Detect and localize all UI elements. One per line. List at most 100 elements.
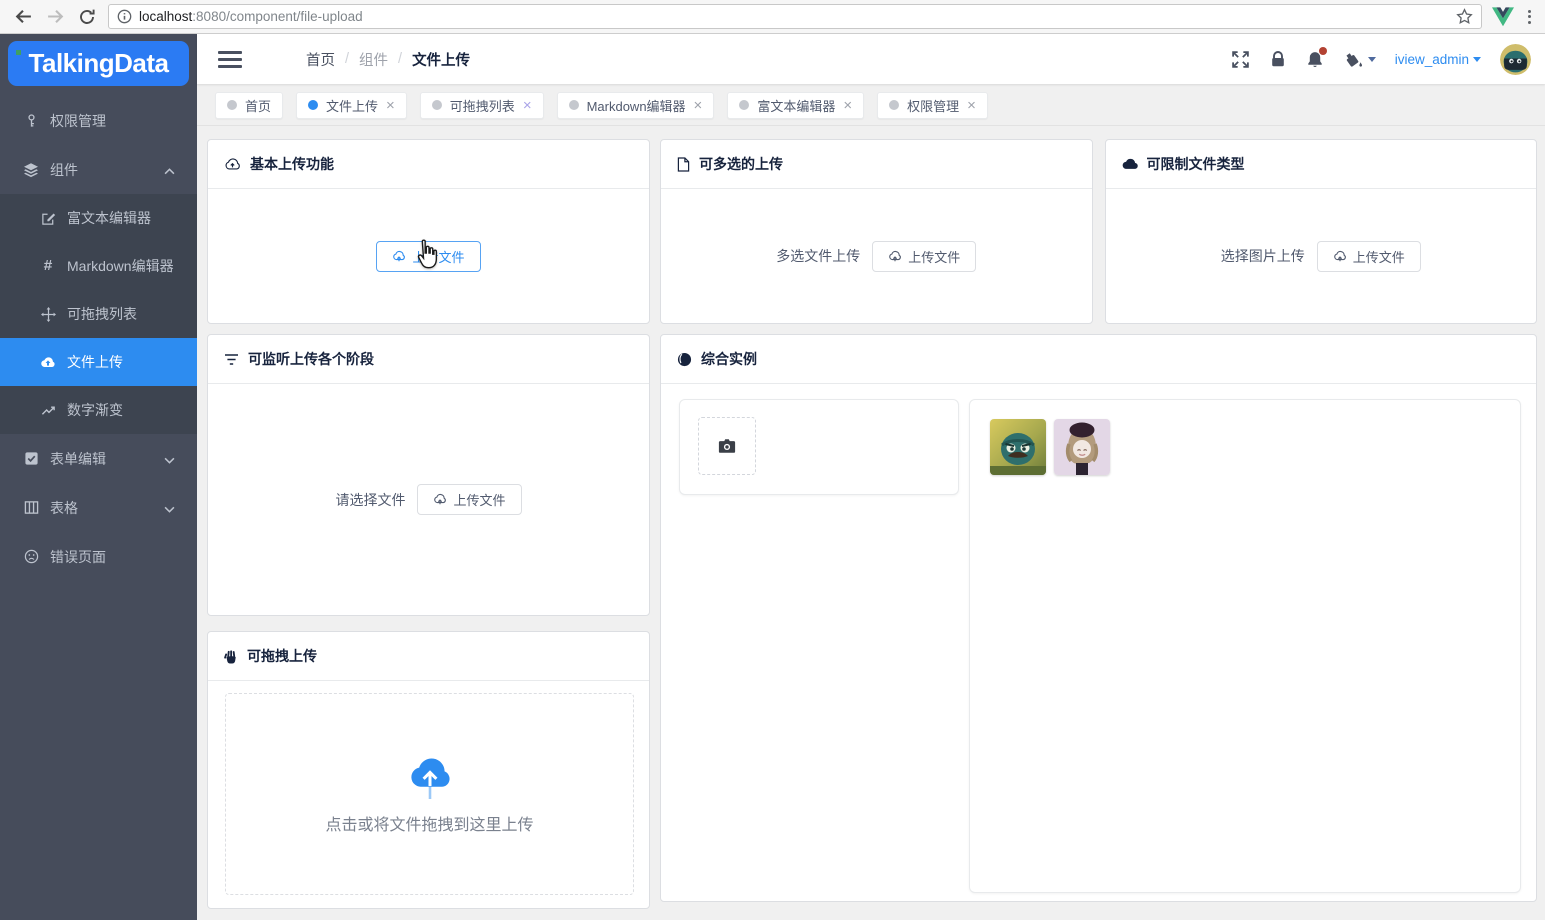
tab-draggable-list[interactable]: 可拖拽列表 × (419, 91, 544, 119)
url-text: localhost:8080/component/file-upload (139, 9, 363, 24)
sidebar-item-label: 可拖拽列表 (67, 306, 137, 322)
sidebar-item-rich-editor[interactable]: 富文本编辑器 (0, 194, 197, 242)
vue-devtools-icon[interactable] (1492, 6, 1514, 28)
cloud-filled-icon (1122, 158, 1138, 170)
drag-drop-area[interactable]: 点击或将文件拖拽到这里上传 (225, 693, 634, 895)
chevron-up-icon (164, 162, 175, 178)
card-title: 基本上传功能 (250, 156, 334, 172)
theme-paint-icon[interactable] (1343, 50, 1376, 69)
back-icon[interactable] (12, 6, 34, 28)
browser-menu-icon[interactable] (1524, 6, 1535, 28)
listen-label: 请选择文件 (335, 491, 406, 508)
fullscreen-icon[interactable] (1231, 50, 1250, 69)
upload-file-button[interactable]: 上传文件 (417, 484, 522, 515)
lock-icon[interactable] (1269, 50, 1287, 68)
uploaded-images-panel (969, 399, 1521, 893)
app-logo[interactable]: TalkingData (8, 41, 189, 86)
card-title: 可监听上传各个阶段 (248, 351, 374, 367)
forward-icon[interactable] (44, 6, 66, 28)
chevron-down-icon (164, 500, 175, 516)
tab-permission[interactable]: 权限管理 × (877, 91, 988, 119)
breadcrumb: 首页 / 组件 / 文件上传 (306, 49, 470, 70)
tab-label: 首页 (245, 98, 272, 114)
tab-dot (889, 100, 900, 110)
sidebar-item-number-gradient[interactable]: 数字渐变 (0, 386, 197, 434)
tab-label: Markdown编辑器 (586, 98, 686, 114)
close-icon[interactable]: × (967, 98, 976, 113)
tab-label: 富文本编辑器 (757, 98, 836, 114)
logo-text: TalkingData (28, 48, 169, 78)
sidebar-item-form-edit[interactable]: 表单编辑 (0, 434, 197, 483)
hand-icon (224, 649, 238, 664)
sidebar-item-markdown[interactable]: # Markdown编辑器 (0, 242, 197, 290)
sidebar-item-permission[interactable]: 权限管理 (0, 96, 197, 145)
logo-dot (16, 50, 21, 55)
sidebar-item-label: 错误页面 (50, 548, 106, 565)
sidebar-item-label: Markdown编辑器 (67, 258, 174, 274)
trending-up-icon (40, 403, 56, 418)
sidebar-item-label: 富文本编辑器 (67, 210, 151, 226)
document-icon (677, 156, 690, 172)
tab-dot (568, 100, 579, 110)
caret-down-icon (1367, 56, 1376, 62)
close-icon[interactable]: × (843, 98, 852, 113)
top-header: 首页 / 组件 / 文件上传 iview_admin (197, 34, 1545, 84)
tab-label: 权限管理 (907, 98, 960, 114)
card-title: 可拖拽上传 (247, 648, 317, 664)
tab-dot-active (308, 100, 319, 110)
sidebar-item-components[interactable]: 组件 (0, 145, 197, 194)
browser-toolbar: localhost:8080/component/file-upload (0, 0, 1545, 34)
notification-badge (1318, 46, 1327, 55)
sidebar-item-file-upload[interactable]: 文件上传 (0, 338, 197, 386)
collapse-menu-button[interactable] (218, 50, 242, 68)
chevron-down-icon (164, 451, 175, 467)
breadcrumb-section[interactable]: 组件 (359, 49, 388, 70)
tab-home[interactable]: 首页 (215, 91, 284, 119)
sidebar-item-draggable-list[interactable]: 可拖拽列表 (0, 290, 197, 338)
hash-icon: # (43, 257, 53, 275)
sad-face-icon (23, 549, 39, 564)
refresh-icon[interactable] (76, 6, 98, 28)
tab-label: 文件上传 (326, 98, 379, 114)
close-icon[interactable]: × (523, 98, 532, 113)
multi-label: 多选文件上传 (776, 248, 861, 264)
avatar[interactable] (1500, 43, 1531, 75)
cloud-upload-big-icon (410, 758, 450, 799)
url-path: :8080/component/file-upload (192, 9, 363, 24)
sidebar-item-table[interactable]: 表格 (0, 483, 197, 532)
globe-icon (677, 352, 692, 367)
add-image-button[interactable] (698, 417, 756, 475)
upload-file-button[interactable]: 上传文件 (872, 240, 977, 272)
username-text: iview_admin (1394, 51, 1469, 67)
sidebar: TalkingData 权限管理 组件 富文本编辑器 # Markdown编辑器… (0, 34, 197, 920)
components-submenu: 富文本编辑器 # Markdown编辑器 可拖拽列表 文件上传 数字渐变 (0, 194, 197, 434)
address-bar[interactable]: localhost:8080/component/file-upload (108, 4, 1482, 29)
bookmark-star-icon[interactable] (1456, 8, 1473, 25)
info-icon[interactable] (117, 9, 132, 24)
uploaded-image-monster[interactable] (990, 419, 1046, 475)
card-listen-upload: 可监听上传各个阶段 请选择文件 上传文件 (207, 334, 650, 616)
table-columns-icon (23, 500, 39, 515)
restrict-label: 选择图片上传 (1220, 248, 1305, 264)
tab-rich-editor[interactable]: 富文本编辑器 × (727, 91, 865, 119)
sidebar-item-label: 表格 (50, 499, 78, 516)
user-menu[interactable]: iview_admin (1395, 52, 1481, 67)
drag-hint-text: 点击或将文件拖拽到这里上传 (325, 817, 534, 834)
card-restrict-type: 可限制文件类型 选择图片上传 上传文件 (1104, 139, 1537, 324)
cloud-outline-icon (224, 157, 241, 171)
card-combined-example: 综合实例 (660, 334, 1537, 902)
upload-file-button[interactable]: 上传文件 (1316, 240, 1421, 272)
sidebar-item-error-page[interactable]: 错误页面 (0, 532, 197, 581)
tab-markdown-editor[interactable]: Markdown编辑器 × (556, 91, 715, 119)
filter-icon (224, 353, 239, 366)
card-basic-upload: 基本上传功能 上传文件 (207, 139, 650, 324)
card-multi-upload: 可多选的上传 多选文件上传 上传文件 (660, 139, 1093, 324)
bell-icon[interactable] (1306, 46, 1327, 69)
card-title: 可多选的上传 (699, 156, 783, 172)
sidebar-item-label: 文件上传 (67, 354, 123, 370)
close-icon[interactable]: × (694, 98, 703, 113)
uploaded-image-girl[interactable] (1054, 419, 1110, 475)
tab-file-upload[interactable]: 文件上传 × (296, 91, 407, 119)
breadcrumb-home[interactable]: 首页 (306, 49, 335, 70)
close-icon[interactable]: × (386, 98, 395, 113)
